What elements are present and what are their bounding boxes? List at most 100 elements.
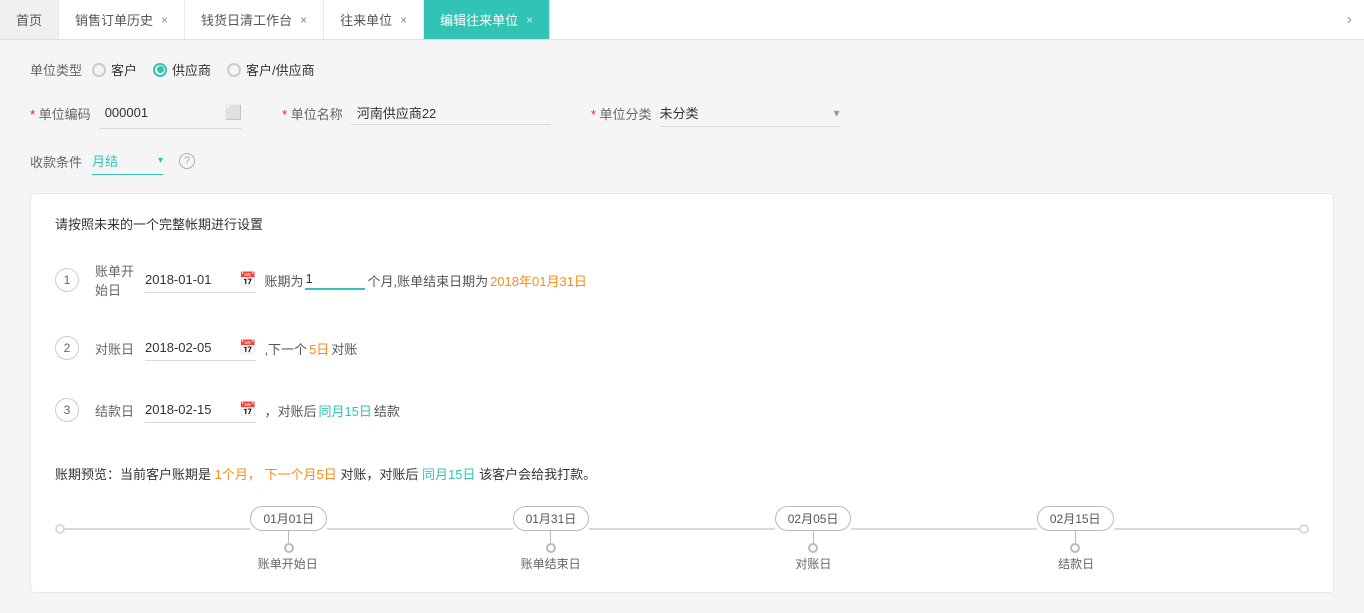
radio-both[interactable]: 客户/供应商 [227, 60, 315, 79]
unit-code-input-wrap: ⬜ [99, 97, 242, 129]
unit-name-label: 单位名称 [282, 104, 343, 123]
payment-condition-value: 月结 [92, 151, 152, 170]
timeline-node-1: 01月01日 [250, 506, 327, 553]
unit-code-input[interactable] [99, 101, 219, 124]
timeline-badge-2: 01月31日 [513, 506, 590, 531]
period-months-field[interactable] [305, 271, 365, 290]
timeline-dot-3 [808, 543, 818, 553]
unit-code-label: 单位编码 [30, 104, 91, 123]
unit-type-label: 单位类型 [30, 60, 82, 79]
period-date-1-input[interactable] [145, 272, 235, 287]
period-cal-2-icon[interactable]: 📅 [239, 339, 256, 356]
timeline-label-4: 结款日 [1036, 555, 1116, 572]
preview-section: 账期预览：当前客户账期是 1个月， 下一个月5日 对账，对账后 同月15日 该客… [55, 451, 1309, 572]
timeline-badge-4: 02月15日 [1037, 506, 1114, 531]
timeline-label-2: 账单结束日 [511, 555, 591, 572]
timeline-dot-2 [546, 543, 556, 553]
radio-both-circle [227, 63, 241, 77]
timeline-row: 01月01日 01月31日 [55, 506, 1309, 553]
payment-condition-select[interactable]: 月结 ▾ [92, 147, 163, 175]
unit-name-input[interactable] [351, 101, 551, 125]
timeline-down-3 [813, 531, 814, 543]
period-num-1: 1 [55, 268, 79, 292]
timeline-down-2 [550, 531, 551, 543]
payment-condition-row: 收款条件 月结 ▾ ? [30, 147, 1334, 175]
period-desc-3: ，对账后 同月15日 结款 [264, 401, 400, 420]
tab-edit-partner-label: 编辑往来单位 [440, 10, 518, 29]
tabs-more-button[interactable]: › [1335, 11, 1364, 29]
period-date-2-input[interactable] [145, 340, 235, 355]
timeline-badge-1: 01月01日 [250, 506, 327, 531]
preview-part4: 同月15日 [422, 467, 475, 482]
radio-supplier-circle [153, 63, 167, 77]
unit-category-select[interactable]: 未分类 ▾ [660, 99, 840, 127]
period-row-2: 2 对账日 📅 ,下一个 5日 对账 [55, 327, 1309, 369]
radio-customer-label: 客户 [111, 60, 137, 79]
timeline-label-3: 对账日 [773, 555, 853, 572]
tab-sales-history[interactable]: 销售订单历史 × [59, 0, 185, 39]
timeline-node-2: 01月31日 [513, 506, 590, 553]
timeline-start-dot [55, 524, 65, 534]
period-date-3-input[interactable] [145, 402, 235, 417]
period-label-3: 结款日 [95, 401, 145, 420]
main-content: 单位类型 客户 供应商 客户/供应商 单位编码 ⬜ 单位名 [0, 40, 1364, 613]
payment-condition-help-icon[interactable]: ? [179, 153, 195, 169]
timeline-down-4 [1075, 531, 1076, 543]
unit-type-radio-group: 客户 供应商 客户/供应商 [92, 60, 315, 79]
tab-edit-partner-close[interactable]: × [526, 13, 533, 27]
period-row-3: 3 结款日 📅 ，对账后 同月15日 结款 [55, 389, 1309, 431]
radio-customer[interactable]: 客户 [92, 60, 137, 79]
period-months-input [305, 271, 365, 290]
period-row-1: 1 账单开始日 📅 账期为 个月,账单结束日期为 2018年01月31日 [55, 253, 1309, 307]
tab-sales-history-close[interactable]: × [161, 13, 168, 27]
preview-part1: 1个月， [215, 467, 261, 482]
timeline-segment-3 [589, 528, 774, 530]
timeline-node-3: 02月05日 [775, 506, 852, 553]
timeline-dot-1 [284, 543, 294, 553]
period-date-2-wrap: 📅 [145, 335, 256, 361]
radio-supplier[interactable]: 供应商 [153, 60, 211, 79]
timeline-down-1 [288, 531, 289, 543]
unit-code-copy-icon[interactable]: ⬜ [225, 104, 242, 121]
preview-part2: 下一个月5日 [265, 467, 337, 482]
payment-condition-label: 收款条件 [30, 152, 82, 171]
period-date-3-wrap: 📅 [145, 397, 256, 423]
unit-name-group: 单位名称 [282, 101, 551, 125]
period-num-2: 2 [55, 336, 79, 360]
timeline-segment-1 [65, 528, 250, 530]
unit-category-value: 未分类 [660, 103, 830, 122]
timeline-segment-4 [851, 528, 1036, 530]
tab-home-label: 首页 [16, 10, 42, 29]
tab-partner-units-close[interactable]: × [400, 13, 407, 27]
tab-home[interactable]: 首页 [0, 0, 59, 39]
timeline-node-4: 02月15日 [1037, 506, 1114, 553]
unit-category-arrow-icon: ▾ [833, 106, 839, 120]
tab-partner-units-label: 往来单位 [340, 10, 392, 29]
period-cal-1-icon[interactable]: 📅 [239, 271, 256, 288]
unit-category-label: 单位分类 [591, 104, 652, 123]
timeline-segment-2 [327, 528, 512, 530]
radio-both-label: 客户/供应商 [246, 60, 315, 79]
timeline-badge-3: 02月05日 [775, 506, 852, 531]
payment-condition-arrow-icon: ▾ [158, 155, 163, 166]
period-date-1-wrap: 📅 [145, 267, 256, 293]
tab-cash-reconcile[interactable]: 钱货日清工作台 × [185, 0, 324, 39]
period-desc-2: ,下一个 5日 对账 [264, 339, 357, 358]
unit-type-row: 单位类型 客户 供应商 客户/供应商 [30, 60, 1334, 79]
tab-edit-partner[interactable]: 编辑往来单位 × [424, 0, 550, 39]
period-cal-3-icon[interactable]: 📅 [239, 401, 256, 418]
period-highlight-2: 5日 [309, 339, 329, 358]
timeline-segment-5 [1114, 528, 1299, 530]
period-num-3: 3 [55, 398, 79, 422]
preview-text: 账期预览：当前客户账期是 1个月， 下一个月5日 对账，对账后 同月15日 该客… [55, 465, 1309, 486]
unit-info-row: 单位编码 ⬜ 单位名称 单位分类 未分类 ▾ [30, 97, 1334, 129]
period-highlight-3: 同月15日 [318, 401, 371, 420]
tab-cash-reconcile-label: 钱货日清工作台 [201, 10, 292, 29]
timeline-label-1: 账单开始日 [248, 555, 328, 572]
unit-code-group: 单位编码 ⬜ [30, 97, 242, 129]
timeline-container: 01月01日 01月31日 [55, 506, 1309, 572]
tab-cash-reconcile-close[interactable]: × [300, 13, 307, 27]
tab-partner-units[interactable]: 往来单位 × [324, 0, 424, 39]
radio-supplier-label: 供应商 [172, 60, 211, 79]
timeline-end-dot [1299, 524, 1309, 534]
